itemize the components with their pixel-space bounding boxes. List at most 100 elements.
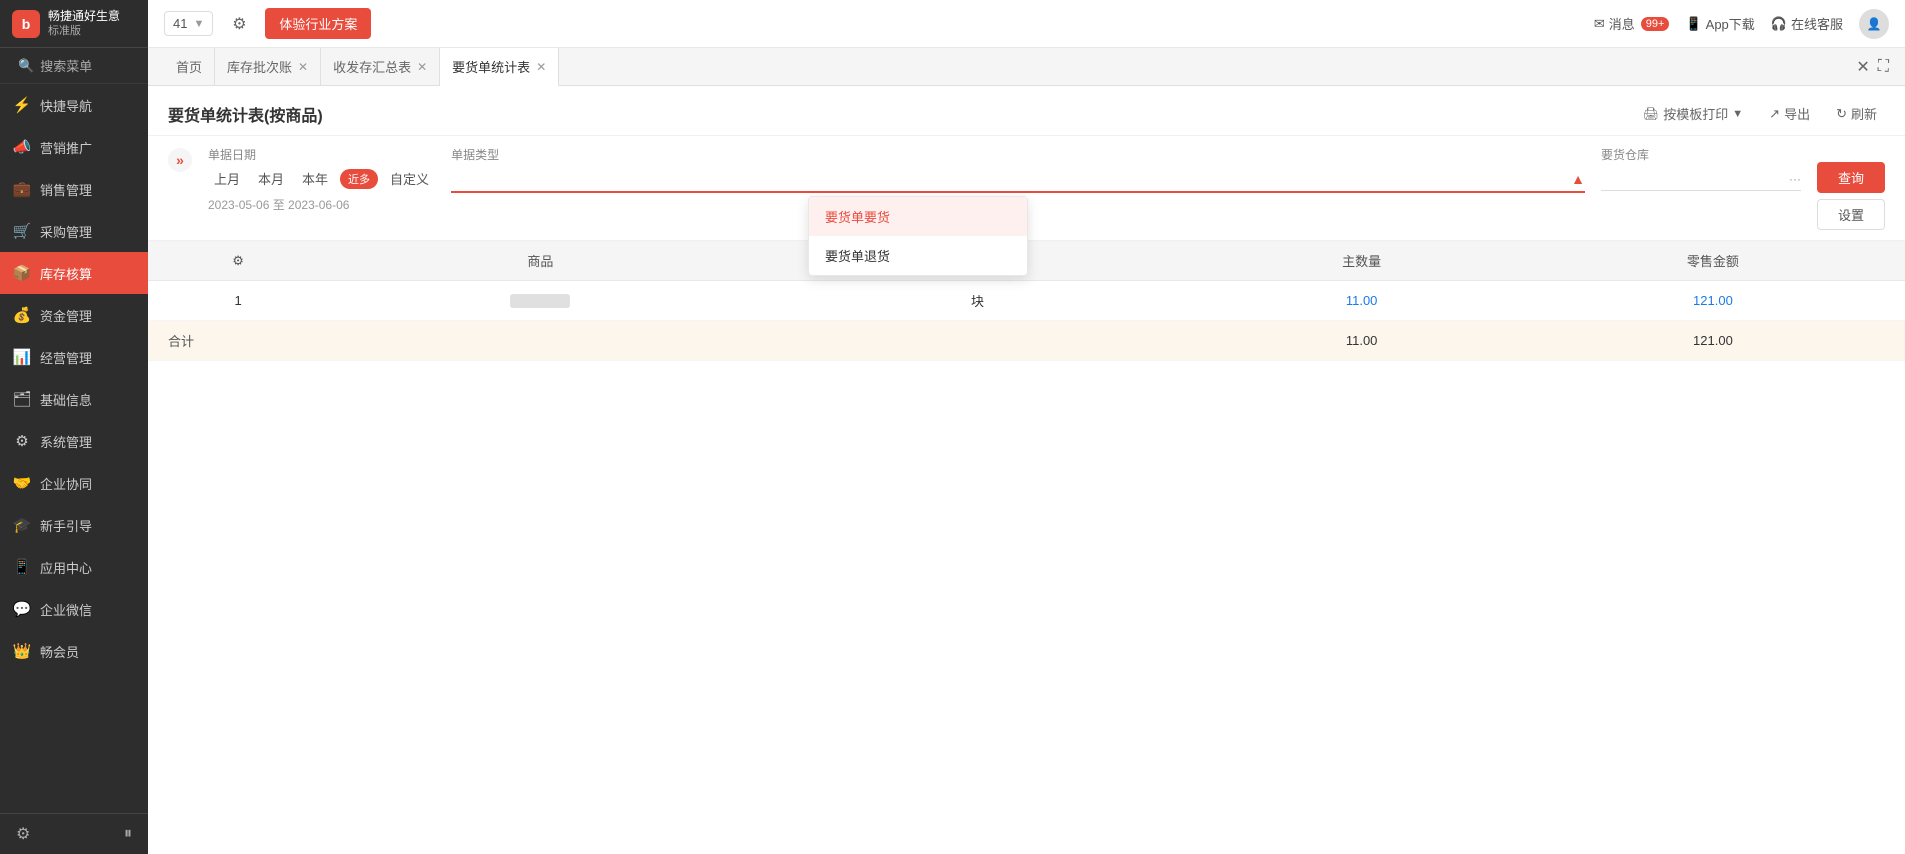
wechat-icon: 💬 <box>12 599 32 619</box>
doctype-input[interactable] <box>451 172 1565 187</box>
date-btn-recent7[interactable]: 近多 <box>340 169 378 189</box>
operations-icon: 📊 <box>12 347 32 367</box>
sidebar-item-enterprise-wechat[interactable]: 💬 企业微信 <box>0 588 148 630</box>
warehouse-more-icon[interactable]: ··· <box>1789 172 1801 186</box>
date-btn-this-year[interactable]: 本年 <box>296 167 334 190</box>
filter-bar: » 单据日期 上月 本月 本年 近多 自定义 2023-05-06 至 2023… <box>148 136 1905 241</box>
logo-icon: b <box>12 10 40 38</box>
tab-inventory-batch[interactable]: 库存批次账 ✕ <box>215 48 321 86</box>
marketing-icon: 📣 <box>12 137 32 157</box>
sidebar-item-inventory[interactable]: 📦 库存核算 <box>0 252 148 294</box>
date-btn-last-month[interactable]: 上月 <box>208 167 246 190</box>
member-icon: 👑 <box>12 641 32 661</box>
sidebar: b 畅捷通好生意 标准版 🔍 搜索菜单 ⚡ 快捷导航 📣 营销推广 💼 销售管理… <box>0 0 148 854</box>
trial-button[interactable]: 体验行业方案 <box>265 8 371 39</box>
expand-tabs-button[interactable]: ⛶ <box>1878 57 1889 77</box>
footer-quantity: 11.00 <box>1202 321 1520 361</box>
sidebar-item-purchase[interactable]: 🛒 采购管理 <box>0 210 148 252</box>
settings-footer-icon[interactable]: ⚙ <box>16 824 30 844</box>
col-product: 商品 <box>328 241 752 281</box>
print-button[interactable]: 🖨 按模板打印 ▼ <box>1635 100 1751 127</box>
header: 41 ▼ ⚙ 体验行业方案 ✉ 消息 99+ 📱 App下载 🎧 在线客服 <box>148 0 1905 48</box>
sidebar-item-newbie-guide[interactable]: 🎓 新手引导 <box>0 504 148 546</box>
sidebar-item-sales[interactable]: 💼 销售管理 <box>0 168 148 210</box>
warehouse-input[interactable] <box>1601 171 1785 186</box>
row-unit: 块 <box>753 281 1203 321</box>
tabs-right-controls: ✕ ⛶ <box>1856 57 1889 77</box>
query-button[interactable]: 查询 <box>1817 162 1885 193</box>
table-footer-row: 合计 11.00 121.00 <box>148 321 1905 361</box>
sidebar-item-quick-nav[interactable]: ⚡ 快捷导航 <box>0 84 148 126</box>
company-selector[interactable]: 41 ▼ <box>164 11 213 36</box>
sidebar-item-app-center[interactable]: 📱 应用中心 <box>0 546 148 588</box>
date-filter-label: 单据日期 <box>208 146 435 163</box>
filter-settings-button[interactable]: 设置 <box>1817 199 1885 230</box>
date-btn-this-month[interactable]: 本月 <box>252 167 290 190</box>
close-tab-inventory-batch[interactable]: ✕ <box>298 60 308 74</box>
row-amount[interactable]: 121.00 <box>1521 281 1905 321</box>
warehouse-filter-label: 要货仓库 <box>1601 146 1801 163</box>
sidebar-item-operations[interactable]: 📊 经营管理 <box>0 336 148 378</box>
message-icon: ✉ <box>1594 16 1605 32</box>
content: 要货单统计表(按商品) 🖨 按模板打印 ▼ ↗ 导出 ↻ 刷新 » <box>148 86 1905 854</box>
col-settings-icon[interactable]: ⚙ <box>232 253 244 268</box>
date-filter-group: 单据日期 上月 本月 本年 近多 自定义 2023-05-06 至 2023-0… <box>208 146 435 213</box>
doctype-arrow-icon[interactable]: ▲ <box>1571 171 1585 187</box>
warehouse-input-wrap[interactable]: ··· <box>1601 167 1801 191</box>
date-btn-custom[interactable]: 自定义 <box>384 167 435 190</box>
selector-arrow-icon: ▼ <box>193 18 204 30</box>
inventory-icon: 📦 <box>12 263 32 283</box>
close-tab-receipt-summary[interactable]: ✕ <box>417 60 427 74</box>
header-left: 41 ▼ ⚙ 体验行业方案 <box>164 8 371 39</box>
print-icon: 🖨 <box>1643 106 1660 122</box>
close-all-tabs-button[interactable]: ✕ <box>1856 57 1869 77</box>
main-area: 41 ▼ ⚙ 体验行业方案 ✉ 消息 99+ 📱 App下载 🎧 在线客服 <box>148 0 1905 854</box>
sidebar-nav: ⚡ 快捷导航 📣 营销推广 💼 销售管理 🛒 采购管理 📦 库存核算 💰 资金管… <box>0 84 148 813</box>
refresh-button[interactable]: ↻ 刷新 <box>1828 100 1885 127</box>
app-download-button[interactable]: 📱 App下载 <box>1685 14 1754 33</box>
messages-badge: 99+ <box>1641 17 1670 31</box>
print-arrow-icon: ▼ <box>1732 108 1743 120</box>
sidebar-item-marketing[interactable]: 📣 营销推广 <box>0 126 148 168</box>
tab-home[interactable]: 首页 <box>164 48 215 86</box>
app-center-icon: 📱 <box>12 557 32 577</box>
dropdown-item-order-return[interactable]: 要货单退货 <box>809 236 1027 275</box>
header-gear-button[interactable]: ⚙ <box>225 10 253 38</box>
sidebar-item-basic-info[interactable]: 🗂 基础信息 <box>0 378 148 420</box>
sidebar-item-system[interactable]: ⚙ 系统管理 <box>0 420 148 462</box>
doctype-filter-group: 单据类型 ▲ <box>451 146 1585 193</box>
collapse-icon[interactable]: ⏸ <box>124 825 132 843</box>
export-button[interactable]: ↗ 导出 <box>1761 100 1818 127</box>
sidebar-item-enterprise-collab[interactable]: 🤝 企业协同 <box>0 462 148 504</box>
refresh-icon: ↻ <box>1836 106 1847 122</box>
close-tab-order-stats[interactable]: ✕ <box>536 60 546 74</box>
finance-icon: 💰 <box>12 305 32 325</box>
date-range-display: 2023-05-06 至 2023-06-06 <box>208 196 435 213</box>
footer-unit <box>753 321 1203 361</box>
collab-icon: 🤝 <box>12 473 32 493</box>
guide-icon: 🎓 <box>12 515 32 535</box>
sidebar-item-member[interactable]: 👑 畅会员 <box>0 630 148 672</box>
basic-info-icon: 🗂 <box>12 389 32 409</box>
sales-icon: 💼 <box>12 179 32 199</box>
tab-order-stats[interactable]: 要货单统计表 ✕ <box>440 48 559 86</box>
doctype-input-wrap[interactable]: ▲ <box>451 167 1585 193</box>
sidebar-footer: ⚙ ⏸ <box>0 813 148 854</box>
row-quantity[interactable]: 11.00 <box>1202 281 1520 321</box>
filter-expand-button[interactable]: » <box>168 148 192 172</box>
tab-receipt-summary[interactable]: 收发存汇总表 ✕ <box>321 48 440 86</box>
quick-nav-icon: ⚡ <box>12 95 32 115</box>
dropdown-item-order-request[interactable]: 要货单要货 <box>809 197 1027 236</box>
online-service-button[interactable]: 🎧 在线客服 <box>1771 14 1843 33</box>
col-settings: ⚙ <box>148 241 328 281</box>
filter-actions: 查询 设置 <box>1817 146 1885 230</box>
sidebar-item-finance[interactable]: 💰 资金管理 <box>0 294 148 336</box>
search-menu[interactable]: 🔍 搜索菜单 <box>0 48 148 84</box>
purchase-icon: 🛒 <box>12 221 32 241</box>
search-icon: 🔍 <box>18 58 34 74</box>
user-avatar[interactable]: 👤 <box>1859 9 1889 39</box>
header-right: ✉ 消息 99+ 📱 App下载 🎧 在线客服 👤 <box>1594 9 1889 39</box>
sidebar-logo: b 畅捷通好生意 标准版 <box>0 0 148 48</box>
messages-button[interactable]: ✉ 消息 99+ <box>1594 14 1670 33</box>
service-icon: 🎧 <box>1771 16 1787 32</box>
